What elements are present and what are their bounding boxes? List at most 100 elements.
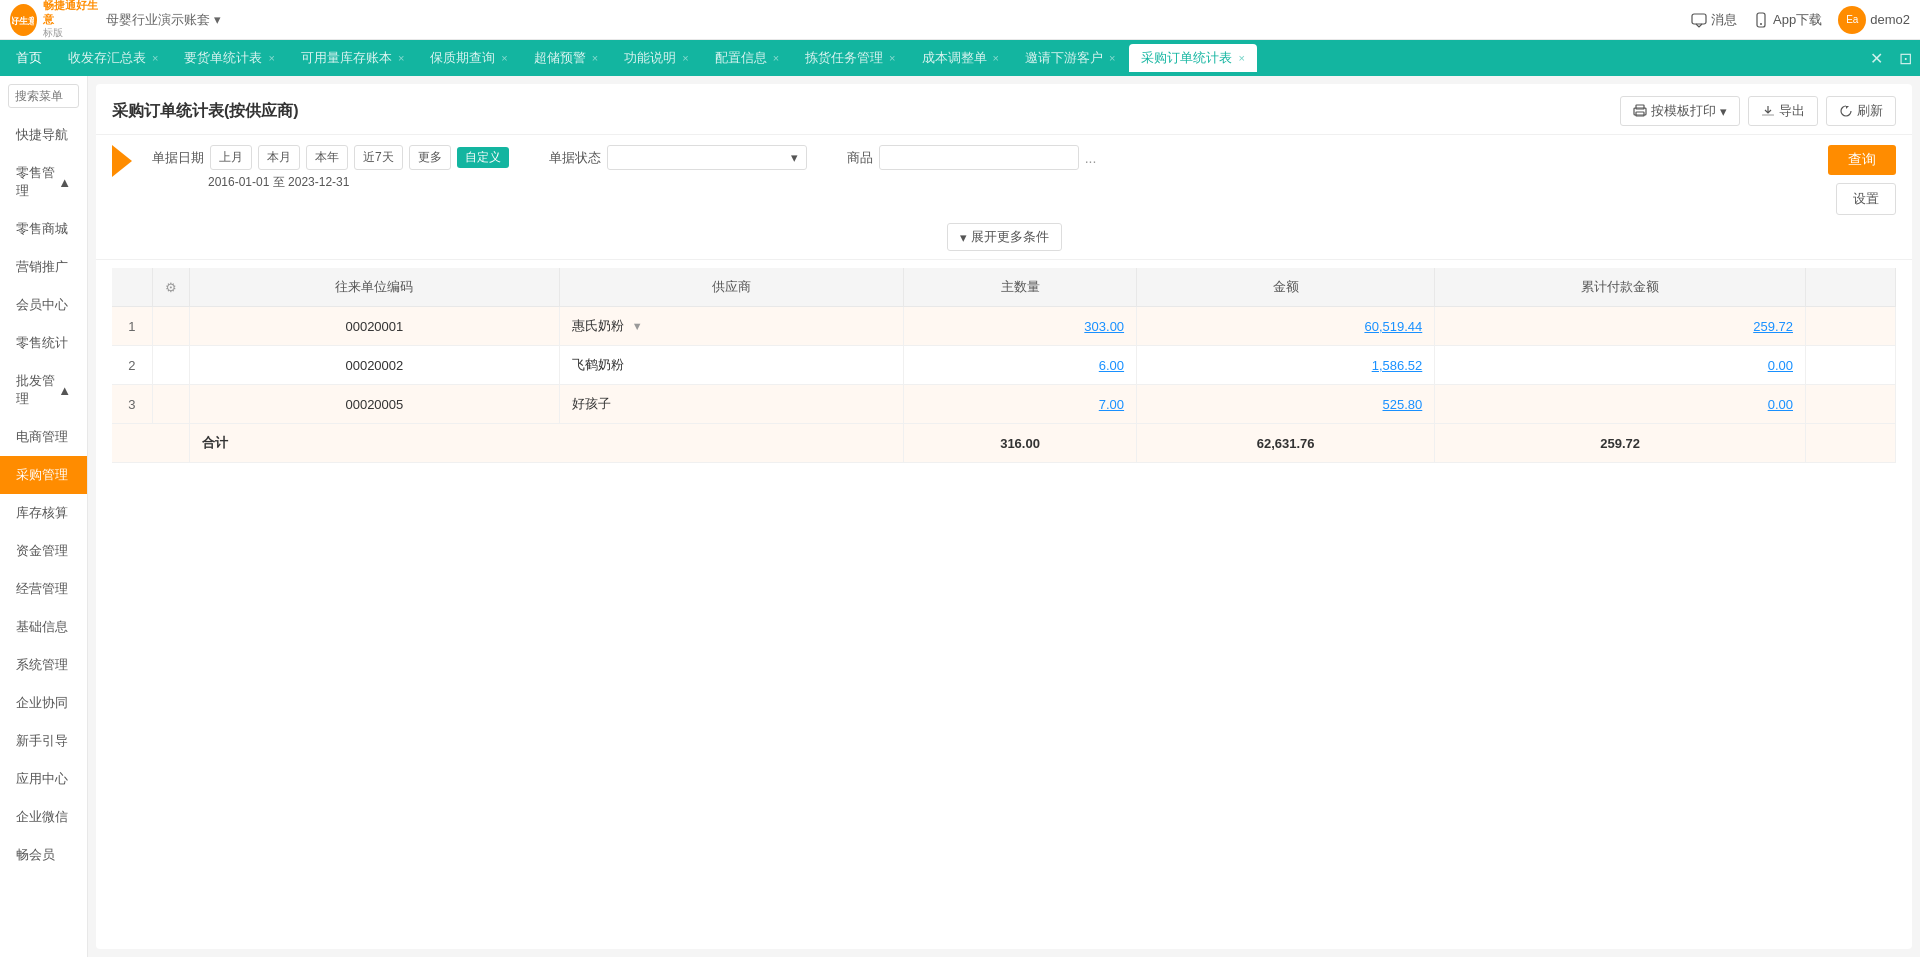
close-icon[interactable]: × xyxy=(592,52,598,64)
cell-paid[interactable]: 0.00 xyxy=(1435,385,1806,424)
tab-shoufacun[interactable]: 收发存汇总表 × xyxy=(56,44,170,72)
date-filter: 单据日期 上月 本月 本年 近7天 更多 自定义 xyxy=(152,145,509,170)
footer-empty xyxy=(112,424,189,463)
cell-amount[interactable]: 60,519.44 xyxy=(1137,307,1435,346)
date-more-btn[interactable]: 更多 xyxy=(409,145,451,170)
close-icon[interactable]: × xyxy=(268,52,274,64)
tab-home[interactable]: 首页 xyxy=(4,44,54,72)
sidebar-item-retail[interactable]: 零售管理 ▲ xyxy=(0,154,87,210)
cell-qty[interactable]: 303.00 xyxy=(904,307,1137,346)
sidebar-item-basic[interactable]: 基础信息 xyxy=(0,608,87,646)
sidebar-item-finance[interactable]: 资金管理 xyxy=(0,532,87,570)
tab-baozhi[interactable]: 保质期查询 × xyxy=(418,44,519,72)
sidebar-item-operations[interactable]: 经营管理 xyxy=(0,570,87,608)
cell-empty xyxy=(1805,307,1895,346)
sidebar-item-member2[interactable]: 畅会员 xyxy=(0,836,87,874)
tab-caigou-active[interactable]: 采购订单统计表 × xyxy=(1129,44,1256,72)
date-last-month-btn[interactable]: 上月 xyxy=(210,145,252,170)
maximize-window-btn[interactable]: ⊡ xyxy=(1895,49,1916,68)
col-amount: 金额 xyxy=(1137,268,1435,307)
filter-fields: 单据日期 上月 本月 本年 近7天 更多 自定义 单据状态 xyxy=(152,145,1816,191)
workspace-selector[interactable]: 母婴行业演示账套 ▾ xyxy=(106,11,221,29)
close-icon[interactable]: × xyxy=(993,52,999,64)
close-icon[interactable]: × xyxy=(1109,52,1115,64)
sidebar-item-member[interactable]: 会员中心 xyxy=(0,286,87,324)
tab-chaochu[interactable]: 超储预警 × xyxy=(522,44,610,72)
cell-amount[interactable]: 525.80 xyxy=(1137,385,1435,424)
data-table: ⚙ 往来单位编码 供应商 主数量 金额 累计付款金额 1 00020001 xyxy=(112,268,1896,463)
sidebar-item-newbie[interactable]: 新手引导 xyxy=(0,722,87,760)
goods-input[interactable] xyxy=(879,145,1079,170)
sidebar-item-purchase[interactable]: 采购管理 xyxy=(0,456,87,494)
expand-conditions-btn[interactable]: ▾ 展开更多条件 xyxy=(947,223,1062,251)
cell-supplier: 飞鹤奶粉 xyxy=(560,346,904,385)
app-download-btn[interactable]: App下载 xyxy=(1753,11,1822,29)
col-code: 往来单位编码 xyxy=(189,268,560,307)
sidebar-item-enterprise[interactable]: 企业协同 xyxy=(0,684,87,722)
gear-icon[interactable]: ⚙ xyxy=(165,280,177,295)
sidebar-item-shop[interactable]: 零售商城 xyxy=(0,210,87,248)
sidebar-item-inventory[interactable]: 库存核算 xyxy=(0,494,87,532)
message-btn[interactable]: 消息 xyxy=(1691,11,1737,29)
search-input[interactable] xyxy=(8,84,79,108)
cell-qty[interactable]: 6.00 xyxy=(904,346,1137,385)
nav-tabs-bar: 首页 收发存汇总表 × 要货单统计表 × 可用量库存账本 × 保质期查询 × 超… xyxy=(0,40,1920,76)
cell-paid[interactable]: 0.00 xyxy=(1435,346,1806,385)
sidebar-item-wechat[interactable]: 企业微信 xyxy=(0,798,87,836)
date-7days-btn[interactable]: 近7天 xyxy=(354,145,403,170)
col-settings[interactable]: ⚙ xyxy=(152,268,189,307)
table-row: 2 00020002 飞鹤奶粉 6.00 1,586.52 0.00 xyxy=(112,346,1896,385)
sidebar-item-retail-stat[interactable]: 零售统计 xyxy=(0,324,87,362)
more-fields-btn[interactable]: ... xyxy=(1085,150,1097,166)
tab-jianhuo[interactable]: 拣货任务管理 × xyxy=(793,44,907,72)
tab-peizhi[interactable]: 配置信息 × xyxy=(703,44,791,72)
table-row: 1 00020001 惠氏奶粉 ▼ 303.00 60,519.44 259.7… xyxy=(112,307,1896,346)
chevron-down-icon: ▾ xyxy=(214,12,221,27)
close-icon[interactable]: × xyxy=(501,52,507,64)
query-btn[interactable]: 查询 xyxy=(1828,145,1896,175)
tab-yaoqing[interactable]: 邀请下游客户 × xyxy=(1013,44,1127,72)
sidebar-item-app-center[interactable]: 应用中心 xyxy=(0,760,87,798)
close-icon[interactable]: × xyxy=(682,52,688,64)
status-select[interactable]: ▾ xyxy=(607,145,807,170)
tab-gongneng[interactable]: 功能说明 × xyxy=(612,44,700,72)
expand-row-icon[interactable]: ▼ xyxy=(632,320,643,332)
close-icon[interactable]: × xyxy=(889,52,895,64)
header-actions: 按模板打印 ▾ 导出 刷新 xyxy=(1620,96,1896,126)
close-icon[interactable]: × xyxy=(773,52,779,64)
sidebar-item-system[interactable]: 系统管理 xyxy=(0,646,87,684)
expand-icon: ▾ xyxy=(960,230,967,245)
svg-rect-2 xyxy=(1692,14,1706,24)
cell-code: 00020002 xyxy=(189,346,560,385)
filter-area: 单据日期 上月 本月 本年 近7天 更多 自定义 单据状态 xyxy=(96,135,1912,260)
sidebar-item-ecommerce[interactable]: 电商管理 xyxy=(0,418,87,456)
tab-yaohuo[interactable]: 要货单统计表 × xyxy=(172,44,286,72)
print-btn[interactable]: 按模板打印 ▾ xyxy=(1620,96,1740,126)
table-row: 3 00020005 好孩子 7.00 525.80 0.00 xyxy=(112,385,1896,424)
date-this-year-btn[interactable]: 本年 xyxy=(306,145,348,170)
tab-chengben[interactable]: 成本调整单 × xyxy=(910,44,1011,72)
cell-amount[interactable]: 1,586.52 xyxy=(1137,346,1435,385)
chevron-icon: ▲ xyxy=(58,383,71,398)
export-btn[interactable]: 导出 xyxy=(1748,96,1818,126)
sidebar-item-quick-nav[interactable]: 快捷导航 xyxy=(0,116,87,154)
date-this-month-btn[interactable]: 本月 xyxy=(258,145,300,170)
phone-icon xyxy=(1753,12,1769,28)
cell-check xyxy=(152,307,189,346)
sidebar-item-wholesale[interactable]: 批发管理 ▲ xyxy=(0,362,87,418)
sidebar-item-marketing[interactable]: 营销推广 xyxy=(0,248,87,286)
cell-paid[interactable]: 259.72 xyxy=(1435,307,1806,346)
settings-btn[interactable]: 设置 xyxy=(1836,183,1896,215)
table-area: ⚙ 往来单位编码 供应商 主数量 金额 累计付款金额 1 00020001 xyxy=(96,260,1912,949)
close-icon[interactable]: × xyxy=(152,52,158,64)
tab-keyongliang[interactable]: 可用量库存账本 × xyxy=(289,44,416,72)
user-avatar-btn[interactable]: Ea demo2 xyxy=(1838,6,1910,34)
cell-empty xyxy=(1805,385,1895,424)
cell-qty[interactable]: 7.00 xyxy=(904,385,1137,424)
close-icon[interactable]: × xyxy=(1238,52,1244,64)
filter-toggle-btn[interactable] xyxy=(112,145,132,177)
close-icon[interactable]: × xyxy=(398,52,404,64)
refresh-btn[interactable]: 刷新 xyxy=(1826,96,1896,126)
close-window-btn[interactable]: ✕ xyxy=(1866,49,1887,68)
select-arrow-icon: ▾ xyxy=(791,150,798,165)
